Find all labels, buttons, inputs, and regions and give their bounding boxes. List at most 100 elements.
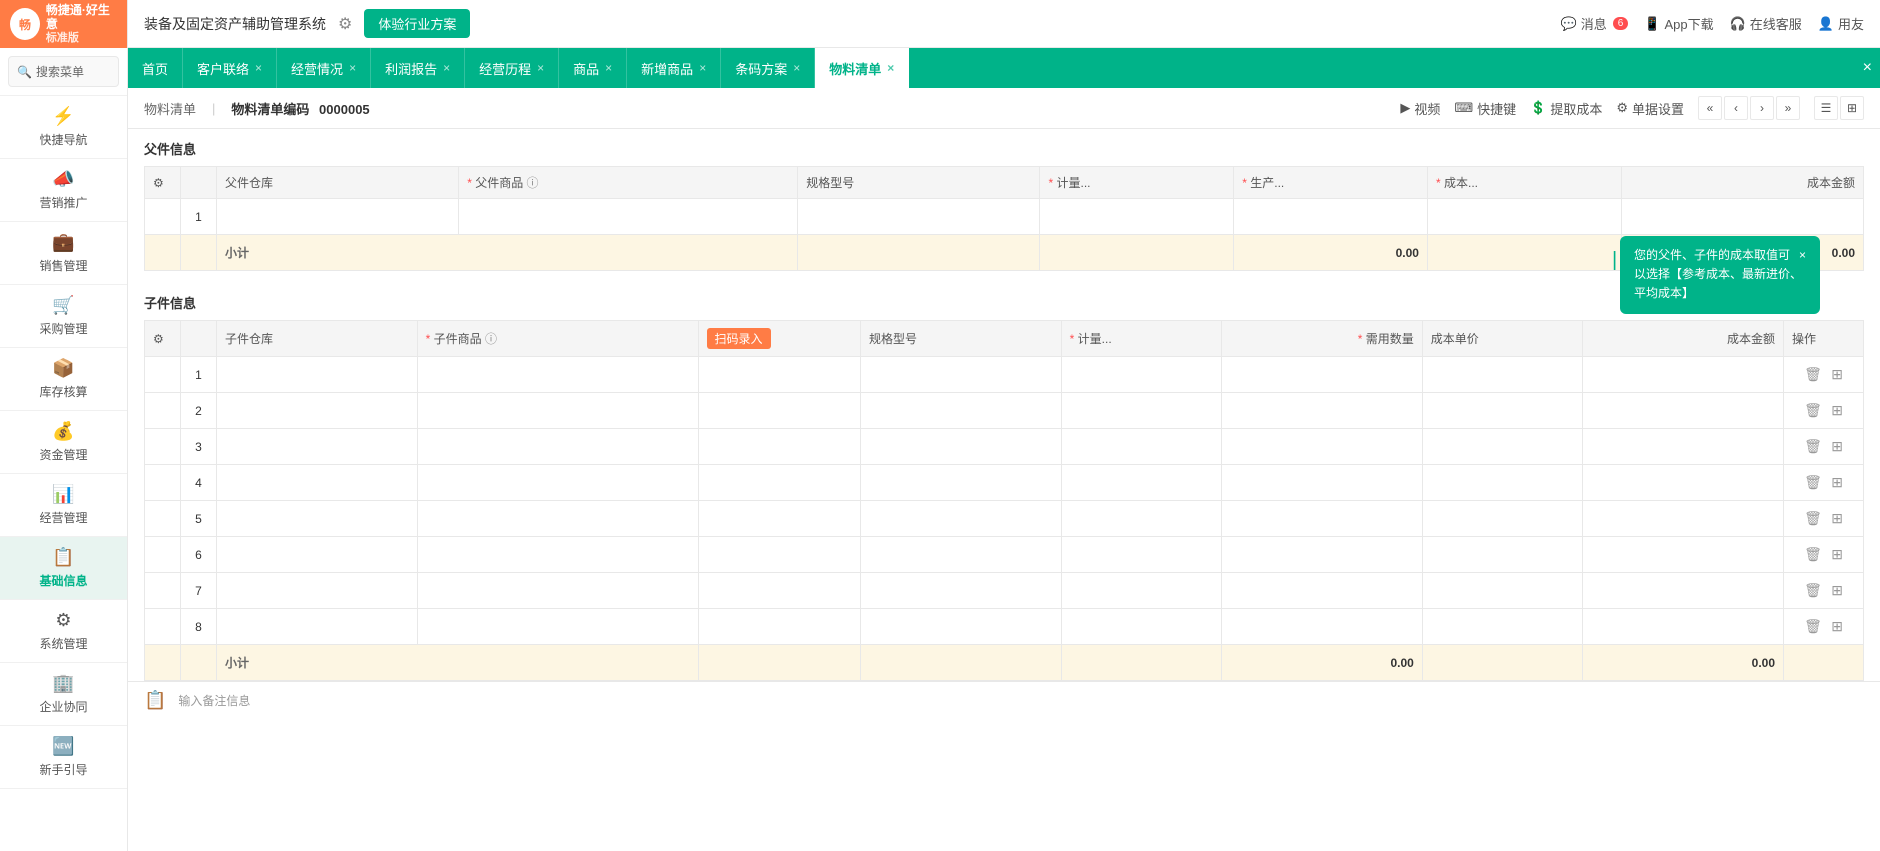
child-col-settings[interactable]: ⚙ (145, 321, 181, 357)
tab-close-products[interactable]: × (605, 61, 612, 75)
child-row8-qty[interactable] (1222, 609, 1423, 645)
child-row5-warehouse[interactable] (217, 501, 418, 537)
next-page-button[interactable]: › (1750, 96, 1774, 120)
child-row1-unit[interactable] (1061, 357, 1222, 393)
delete-row6-icon[interactable]: 🗑 (1804, 546, 1822, 562)
user-button[interactable]: 👤 用友 (1818, 14, 1864, 33)
scan-input-button[interactable]: 扫码录入 (707, 328, 771, 349)
parent-col-settings[interactable]: ⚙ (145, 167, 181, 199)
child-row4-qty[interactable] (1222, 465, 1423, 501)
child-row5-unit[interactable] (1061, 501, 1222, 537)
sidebar-item-basic-info[interactable]: 📋 基础信息 (0, 537, 127, 600)
child-row7-spec[interactable] (861, 573, 1062, 609)
tab-new-products[interactable]: 新增商品 × (627, 48, 721, 88)
trial-button[interactable]: 体验行业方案 (364, 9, 470, 38)
close-all-tabs-button[interactable]: × (1863, 59, 1872, 77)
child-row7-product[interactable] (417, 573, 698, 609)
sidebar-item-sales[interactable]: 💼 销售管理 (0, 222, 127, 285)
app-download-button[interactable]: 📱 App下载 (1644, 14, 1713, 33)
list-view-button[interactable]: ☰ (1814, 96, 1838, 120)
tab-customers[interactable]: 客户联络 × (183, 48, 277, 88)
child-row4-unit[interactable] (1061, 465, 1222, 501)
child-row4-unit-price[interactable] (1422, 465, 1583, 501)
sidebar-item-enterprise[interactable]: 🏢 企业协同 (0, 663, 127, 726)
card-view-button[interactable]: ⊞ (1840, 96, 1864, 120)
child-row2-unit-price[interactable] (1422, 393, 1583, 429)
copy-row7-icon[interactable]: ⊞ (1831, 582, 1843, 598)
tab-bom[interactable]: 物料清单 × (815, 48, 909, 88)
child-row2-unit[interactable] (1061, 393, 1222, 429)
breadcrumb-bom-list[interactable]: 物料清单 (144, 99, 196, 118)
tab-close-bom[interactable]: × (887, 61, 894, 75)
video-button[interactable]: ▶ 视频 (1400, 99, 1440, 118)
single-settings-button[interactable]: ⚙ 单据设置 (1616, 99, 1684, 118)
last-page-button[interactable]: » (1776, 96, 1800, 120)
child-row3-spec[interactable] (861, 429, 1062, 465)
extract-cost-button[interactable]: 💲 提取成本 (1530, 99, 1602, 118)
delete-row1-icon[interactable]: 🗑 (1804, 366, 1822, 382)
search-menu-button[interactable]: 🔍 搜索菜单 (8, 56, 119, 87)
child-row1-unit-price[interactable] (1422, 357, 1583, 393)
child-row3-qty[interactable] (1222, 429, 1423, 465)
child-row6-qty[interactable] (1222, 537, 1423, 573)
child-row3-unit[interactable] (1061, 429, 1222, 465)
child-row1-qty[interactable] (1222, 357, 1423, 393)
copy-row4-icon[interactable]: ⊞ (1831, 474, 1843, 490)
sidebar-item-quick-nav[interactable]: ⚡ 快捷导航 (0, 96, 127, 159)
child-row2-spec[interactable] (861, 393, 1062, 429)
delete-row4-icon[interactable]: 🗑 (1804, 474, 1822, 490)
shortcut-button[interactable]: ⌨ 快捷键 (1454, 99, 1516, 118)
child-row3-product[interactable] (417, 429, 698, 465)
parent-row1-production[interactable] (1234, 199, 1428, 235)
child-row7-unit-price[interactable] (1422, 573, 1583, 609)
child-row8-unit-price[interactable] (1422, 609, 1583, 645)
child-row4-product[interactable] (417, 465, 698, 501)
sidebar-item-marketing[interactable]: 📣 营销推广 (0, 159, 127, 222)
parent-row1-unit[interactable] (1040, 199, 1234, 235)
child-row1-product[interactable] (417, 357, 698, 393)
tab-close-operations[interactable]: × (349, 61, 356, 75)
child-row1-warehouse[interactable] (217, 357, 418, 393)
child-row3-unit-price[interactable] (1422, 429, 1583, 465)
child-row8-unit[interactable] (1061, 609, 1222, 645)
first-page-button[interactable]: « (1698, 96, 1722, 120)
child-row5-product[interactable] (417, 501, 698, 537)
child-row2-qty[interactable] (1222, 393, 1423, 429)
child-row8-spec[interactable] (861, 609, 1062, 645)
tab-close-customers[interactable]: × (255, 61, 262, 75)
child-row5-qty[interactable] (1222, 501, 1423, 537)
tab-history[interactable]: 经营历程 × (465, 48, 559, 88)
child-row6-spec[interactable] (861, 537, 1062, 573)
copy-row6-icon[interactable]: ⊞ (1831, 546, 1843, 562)
tab-operations-status[interactable]: 经营情况 × (277, 48, 371, 88)
sidebar-item-guide[interactable]: 🆕 新手引导 (0, 726, 127, 789)
child-row7-unit[interactable] (1061, 573, 1222, 609)
tab-home[interactable]: 首页 (128, 48, 183, 88)
delete-row8-icon[interactable]: 🗑 (1804, 618, 1822, 634)
parent-row1-cost[interactable] (1427, 199, 1621, 235)
copy-row2-icon[interactable]: ⊞ (1831, 402, 1843, 418)
sidebar-item-inventory[interactable]: 📦 库存核算 (0, 348, 127, 411)
parent-row1-spec[interactable] (798, 199, 1040, 235)
child-row5-spec[interactable] (861, 501, 1062, 537)
tab-close-barcode[interactable]: × (793, 61, 800, 75)
child-row6-unit-price[interactable] (1422, 537, 1583, 573)
child-row8-product[interactable] (417, 609, 698, 645)
copy-row3-icon[interactable]: ⊞ (1831, 438, 1843, 454)
child-row7-qty[interactable] (1222, 573, 1423, 609)
settings-gear-icon[interactable]: ⚙ (338, 14, 352, 34)
sidebar-item-operations[interactable]: 📊 经营管理 (0, 474, 127, 537)
child-row6-unit[interactable] (1061, 537, 1222, 573)
child-row3-warehouse[interactable] (217, 429, 418, 465)
child-row2-product[interactable] (417, 393, 698, 429)
child-row1-spec[interactable] (861, 357, 1062, 393)
tab-close-profit[interactable]: × (443, 61, 450, 75)
tab-close-history[interactable]: × (537, 61, 544, 75)
sidebar-item-purchase[interactable]: 🛒 采购管理 (0, 285, 127, 348)
note-placeholder[interactable]: 输入备注信息 (178, 692, 250, 709)
child-row4-spec[interactable] (861, 465, 1062, 501)
delete-row3-icon[interactable]: 🗑 (1804, 438, 1822, 454)
tab-products[interactable]: 商品 × (559, 48, 627, 88)
copy-row5-icon[interactable]: ⊞ (1831, 510, 1843, 526)
child-row7-warehouse[interactable] (217, 573, 418, 609)
